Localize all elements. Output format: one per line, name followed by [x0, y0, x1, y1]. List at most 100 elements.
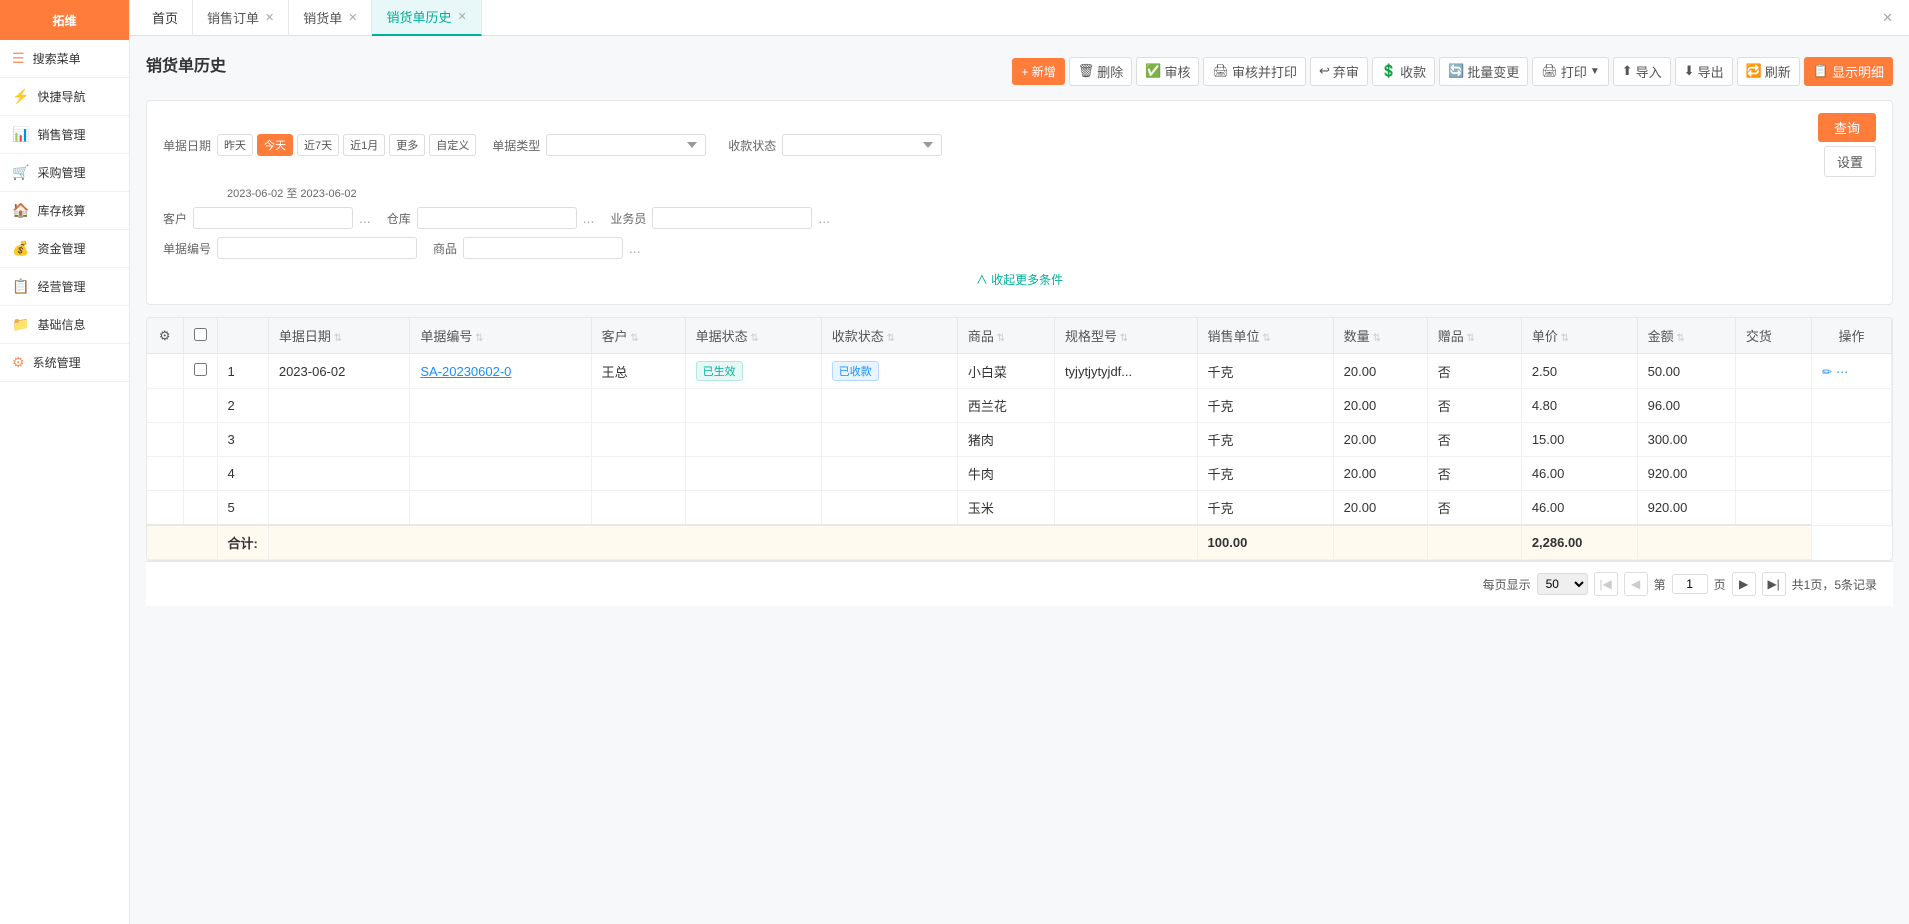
doc-type-select[interactable]: [546, 134, 706, 156]
refresh-button[interactable]: 🔁 刷新: [1737, 57, 1800, 86]
audit-print-button[interactable]: 🖨 审核并打印: [1203, 57, 1306, 86]
date-custom[interactable]: 自定义: [429, 134, 476, 156]
last-page-btn[interactable]: ▶|: [1762, 572, 1786, 596]
collect-status-select[interactable]: [782, 134, 942, 156]
next-page-btn[interactable]: ▶: [1732, 572, 1756, 596]
th-customer[interactable]: 客户: [591, 318, 685, 354]
cell-goods: 牛肉: [957, 457, 1054, 491]
goods-dots[interactable]: ...: [629, 240, 641, 256]
page-title: 销货单历史: [146, 52, 226, 76]
delete-button[interactable]: 🗑 删除: [1069, 57, 1133, 86]
sidebar-item-search-menu[interactable]: ☰ 搜索菜单: [0, 40, 129, 78]
customer-input[interactable]: [193, 207, 353, 229]
audit-button[interactable]: ✅ 审核: [1136, 57, 1199, 86]
cell-check: [183, 457, 217, 491]
sys-mgmt-icon: ⚙: [12, 354, 25, 371]
close-all-tabs[interactable]: ✕: [1874, 10, 1901, 26]
select-all-checkbox[interactable]: [194, 328, 207, 341]
abandon-button[interactable]: ↩ 弃审: [1310, 57, 1368, 86]
query-button[interactable]: 查询: [1818, 113, 1876, 142]
tab-sales-history-close[interactable]: ✕: [458, 10, 467, 23]
goods-input[interactable]: [463, 237, 623, 259]
cell-customer: [591, 389, 685, 423]
doc-no-link[interactable]: SA-20230602-0: [420, 364, 511, 379]
tab-sales-order[interactable]: 销售订单 ✕: [193, 0, 289, 36]
th-spec[interactable]: 规格型号: [1054, 318, 1197, 354]
tab-sales-goods[interactable]: 销货单 ✕: [289, 0, 372, 36]
date-yesterday[interactable]: 昨天: [217, 134, 253, 156]
date-1month[interactable]: 近1月: [343, 134, 385, 156]
th-qty[interactable]: 数量: [1333, 318, 1427, 354]
staff-input[interactable]: [652, 207, 812, 229]
date-filter-label: 单据日期: [163, 137, 211, 154]
sidebar-item-purchase-mgmt[interactable]: 🛒 采购管理: [0, 154, 129, 192]
doc-no-label: 单据编号: [163, 240, 211, 257]
sidebar-item-sales-mgmt[interactable]: 📊 销售管理: [0, 116, 129, 154]
sidebar: 拓维 ☰ 搜索菜单 ⚡ 快捷导航 📊 销售管理 🛒 采购管理 🏠 库存核算 💰 …: [0, 0, 130, 924]
date-7days[interactable]: 近7天: [297, 134, 339, 156]
th-collect-status[interactable]: 收款状态: [821, 318, 957, 354]
cell-gift: 否: [1427, 423, 1521, 457]
cell-spec: [1054, 491, 1197, 526]
new-button[interactable]: + 新增: [1012, 58, 1064, 85]
collapse-button[interactable]: ∧ 收起更多条件: [976, 271, 1063, 288]
th-goods[interactable]: 商品: [957, 318, 1054, 354]
warehouse-input[interactable]: [417, 207, 577, 229]
page-label: 第: [1654, 576, 1666, 593]
export-button[interactable]: ⬇ 导出: [1675, 57, 1733, 86]
main-area: 首页 销售订单 ✕ 销货单 ✕ 销货单历史 ✕ ✕ 销货单历史 + 新增 🗑 删…: [130, 0, 1909, 924]
print-button[interactable]: 🖨 打印 ▼: [1532, 57, 1608, 86]
th-doc-status[interactable]: 单据状态: [685, 318, 821, 354]
prev-page-btn[interactable]: ◀: [1624, 572, 1648, 596]
more-op-btn[interactable]: ⋯: [1836, 365, 1848, 379]
th-unit[interactable]: 销售单位: [1197, 318, 1333, 354]
import-button[interactable]: ⬆ 导入: [1613, 57, 1671, 86]
warehouse-dots[interactable]: ...: [583, 210, 595, 226]
table-header-row: ⚙ 单据日期 单据编号 客户 单据状态 收款状态 商品 规格型号 销售单位 数量…: [147, 318, 1892, 354]
date-more[interactable]: 更多: [389, 134, 425, 156]
sidebar-item-inventory[interactable]: 🏠 库存核算: [0, 192, 129, 230]
sidebar-item-basic-info[interactable]: 📁 基础信息: [0, 306, 129, 344]
doc-status-badge: 已生效: [696, 361, 743, 381]
cell-qty: 20.00: [1333, 389, 1427, 423]
th-amount[interactable]: 金额: [1637, 318, 1735, 354]
filter-customer: 客户 ...: [163, 207, 371, 229]
staff-dots[interactable]: ...: [818, 210, 830, 226]
cell-check: [183, 423, 217, 457]
sidebar-item-finance[interactable]: 💰 资金管理: [0, 230, 129, 268]
tab-home[interactable]: 首页: [138, 0, 193, 36]
toolbar: + 新增 🗑 删除 ✅ 审核 🖨 审核并打印 ↩ 弃审: [1012, 57, 1893, 86]
show-detail-button[interactable]: 📋 显示明细: [1804, 57, 1893, 86]
row-checkbox[interactable]: [194, 363, 207, 376]
doc-no-input[interactable]: [217, 237, 417, 259]
collect-button[interactable]: 💲 收款: [1372, 57, 1435, 86]
tab-sales-order-close[interactable]: ✕: [265, 11, 274, 24]
batch-change-icon: 🔄: [1448, 63, 1464, 79]
date-today[interactable]: 今天: [257, 134, 293, 156]
page-number-input[interactable]: [1672, 574, 1708, 594]
th-doc-no[interactable]: 单据编号: [410, 318, 591, 354]
filter-settings-button[interactable]: 设置: [1824, 146, 1876, 177]
th-gift[interactable]: 赠品: [1427, 318, 1521, 354]
tab-sales-history[interactable]: 销货单历史 ✕: [372, 0, 481, 36]
cell-idx: 5: [217, 491, 268, 526]
edit-op-btn[interactable]: ✏: [1822, 365, 1832, 379]
batch-change-button[interactable]: 🔄 批量变更: [1439, 57, 1528, 86]
cell-settings: [147, 491, 183, 526]
tab-sales-goods-close[interactable]: ✕: [348, 11, 357, 24]
cell-collect-status: 已收款: [821, 354, 957, 389]
page-content: 销货单历史 + 新增 🗑 删除 ✅ 审核 🖨 审核并打印 ↩ 弃审: [130, 36, 1909, 924]
first-page-btn[interactable]: |◀: [1594, 572, 1618, 596]
customer-dots[interactable]: ...: [359, 210, 371, 226]
cell-unit-price: 2.50: [1521, 354, 1637, 389]
th-unit-price[interactable]: 单价: [1521, 318, 1637, 354]
sidebar-item-sys-mgmt[interactable]: ⚙ 系统管理: [0, 344, 129, 382]
per-page-select[interactable]: 50 100 200: [1537, 573, 1588, 595]
cell-ops: [1812, 423, 1892, 457]
sidebar-item-operation[interactable]: 📋 经营管理: [0, 268, 129, 306]
cell-doc-status: [685, 389, 821, 423]
sidebar-item-label: 销售管理: [37, 126, 85, 143]
th-doc-date[interactable]: 单据日期: [268, 318, 409, 354]
sidebar-item-quick-nav[interactable]: ⚡ 快捷导航: [0, 78, 129, 116]
th-settings[interactable]: ⚙: [147, 318, 183, 354]
